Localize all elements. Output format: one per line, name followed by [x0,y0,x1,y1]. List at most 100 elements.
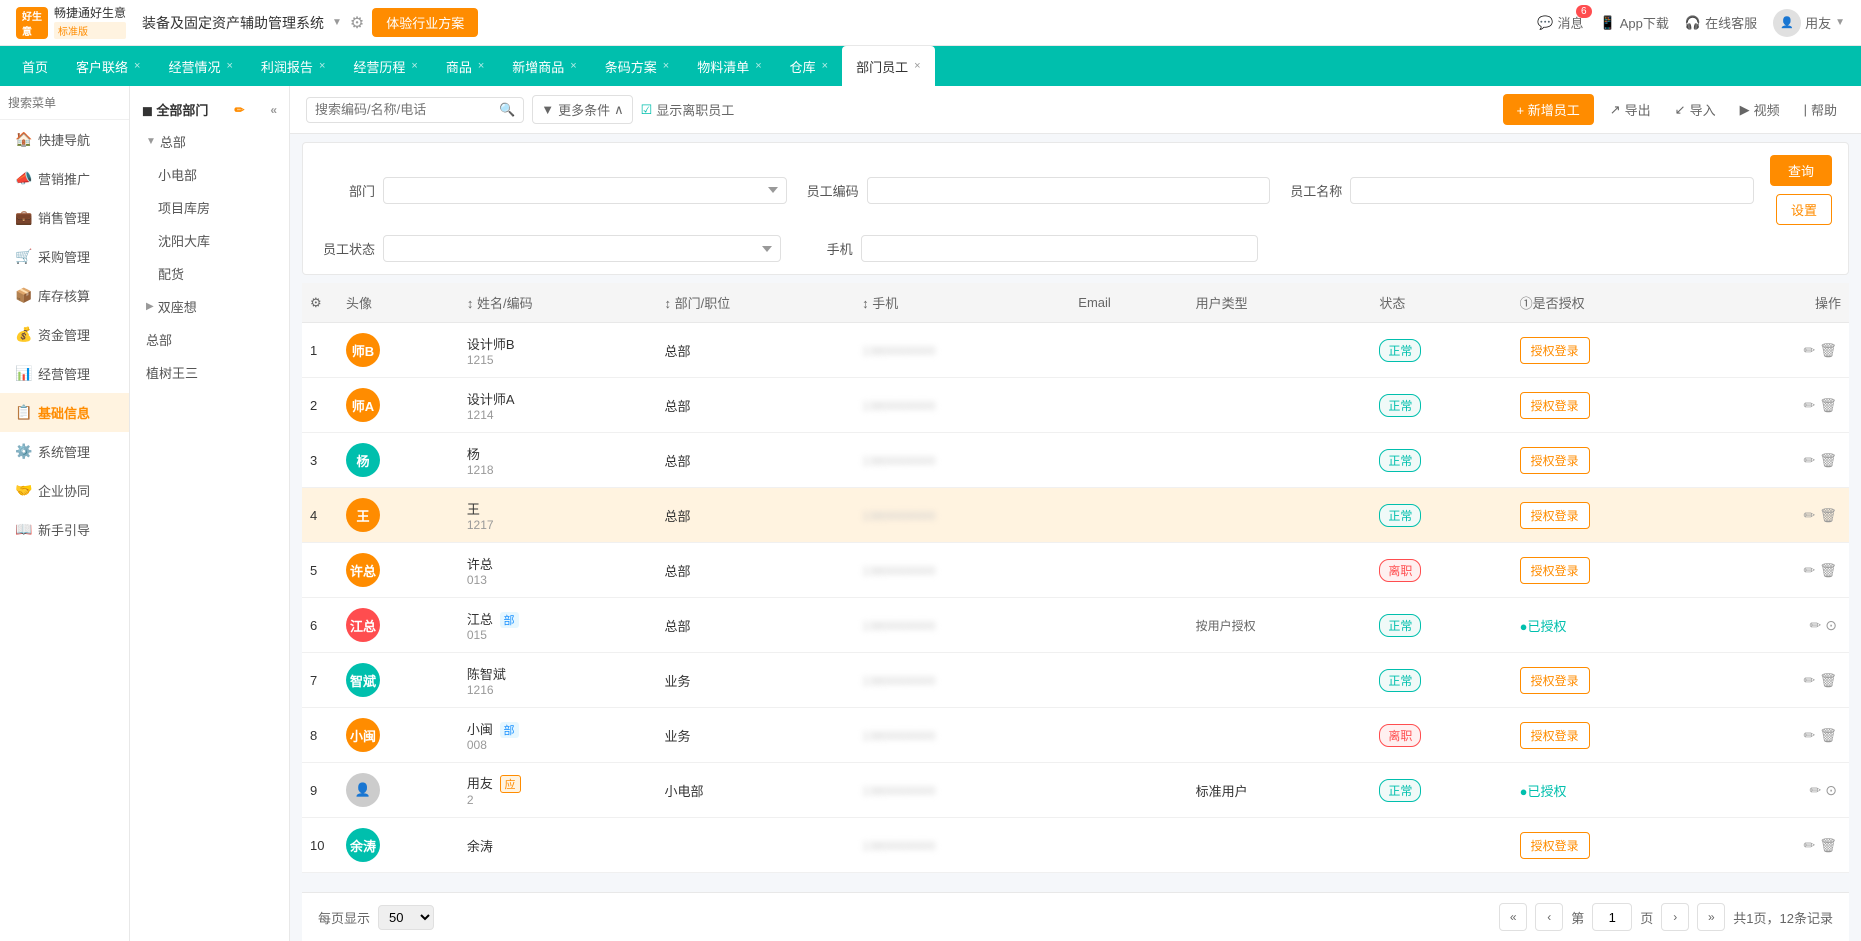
delete-icon[interactable]: 🗑 [1819,727,1837,743]
sidebar-item-quick-nav[interactable]: 🏠 快捷导航 [0,120,129,159]
online-service-button[interactable]: 🎧 在线客服 [1685,13,1757,32]
show-former-checkbox[interactable]: ☑ 显示离职员工 [641,100,735,119]
tab-journey[interactable]: 经营历程 × [339,46,431,86]
tab-add-goods[interactable]: 新增商品 × [498,46,590,86]
dept-tree-item-zongbu[interactable]: 总部 [130,323,289,356]
page-number-input[interactable] [1592,903,1632,931]
sidebar-item-system[interactable]: ⚙️ 系统管理 [0,432,129,471]
dept-tree-item-zongbu-root[interactable]: ▼ 总部 [130,125,289,158]
sidebar-item-collab[interactable]: 🤝 企业协同 [0,471,129,510]
sidebar-item-purchase[interactable]: 🛒 采购管理 [0,237,129,276]
sidebar-item-guide[interactable]: 📖 新手引导 [0,510,129,549]
edit-icon[interactable]: ✏ [1803,507,1815,523]
dept-tree-item-zhishu[interactable]: 植树王三 [130,356,289,389]
import-button[interactable]: ↙ 导入 [1667,96,1724,123]
edit-icon[interactable]: ✏ [1803,837,1815,853]
filter-button[interactable]: ▼ 更多条件 ∧ [532,95,632,124]
copy-icon[interactable]: ⊙ [1825,782,1837,798]
user-menu[interactable]: 👤 用友 ▼ [1773,9,1845,37]
auth-button[interactable]: 授权登录 [1520,447,1590,474]
close-icon[interactable]: × [411,60,417,72]
delete-icon[interactable]: 🗑 [1819,342,1837,358]
th-dept-pos[interactable]: ↕ 部门/职位 [656,283,854,323]
dept-tree-item-peihuo[interactable]: 配货 [150,257,289,290]
message-button[interactable]: 💬 消息 6 [1537,13,1583,32]
auth-button[interactable]: 授权登录 [1520,557,1590,584]
auth-button[interactable]: 授权登录 [1520,832,1590,859]
tab-bom[interactable]: 物料清单 × [683,46,775,86]
auth-button[interactable]: 授权登录 [1520,502,1590,529]
dept-tree-item-shuangzuo[interactable]: ▶ 双座想 [130,290,289,323]
sidebar-item-operations[interactable]: 📊 经营管理 [0,354,129,393]
prev-page-button[interactable]: ‹ [1535,903,1563,931]
dept-tree-item-shenyang[interactable]: 沈阳大库 [150,224,289,257]
first-page-button[interactable]: « [1499,903,1527,931]
sidebar-item-sales[interactable]: 💼 销售管理 [0,198,129,237]
edit-icon[interactable]: ✏ [1803,672,1815,688]
sidebar-item-finance[interactable]: 💰 资金管理 [0,315,129,354]
delete-icon[interactable]: 🗑 [1819,452,1837,468]
tab-warehouse[interactable]: 仓库 × [776,46,842,86]
delete-icon[interactable]: 🗑 [1819,837,1837,853]
emp-status-select[interactable] [383,235,781,262]
sys-title-chevron-icon[interactable]: ▼ [332,17,342,28]
close-icon[interactable]: × [226,60,232,72]
per-page-select[interactable]: 50 100 [378,905,434,930]
th-settings[interactable]: ⚙ [302,283,338,323]
trial-button[interactable]: 体验行业方案 [372,8,478,37]
close-icon[interactable]: × [822,60,828,72]
export-button[interactable]: ↗ 导出 [1602,96,1659,123]
auth-button[interactable]: 授权登录 [1520,337,1590,364]
auth-button[interactable]: 授权登录 [1520,392,1590,419]
edit-icon[interactable]: ✏ [1803,562,1815,578]
settings-icon[interactable]: ⚙ [350,13,364,33]
tab-barcode[interactable]: 条码方案 × [591,46,683,86]
dept-tree-item-xiao-dian[interactable]: 小电部 [150,158,289,191]
set-button[interactable]: 设置 [1776,194,1832,225]
dept-select[interactable] [383,177,787,204]
edit-icon[interactable]: ✏ [1810,782,1822,798]
delete-icon[interactable]: 🗑 [1819,397,1837,413]
tab-customer[interactable]: 客户联络 × [62,46,154,86]
edit-icon[interactable]: ✏ [1803,342,1815,358]
dept-collapse-icon[interactable]: « [270,103,277,117]
sidebar-search-input[interactable] [8,96,130,110]
edit-icon[interactable]: ✏ [1803,452,1815,468]
sidebar-item-basic-info[interactable]: 📋 基础信息 [0,393,129,432]
video-button[interactable]: ▶ 视频 [1732,96,1788,123]
delete-icon[interactable]: 🗑 [1819,507,1837,523]
tab-operations[interactable]: 经营情况 × [154,46,246,86]
delete-icon[interactable]: 🗑 [1819,562,1837,578]
delete-icon[interactable]: 🗑 [1819,672,1837,688]
edit-icon[interactable]: ✏ [1803,397,1815,413]
search-input[interactable] [315,102,495,117]
last-page-button[interactable]: » [1697,903,1725,931]
emp-name-input[interactable] [1350,177,1754,204]
help-button[interactable]: | 帮助 [1796,96,1845,123]
sidebar-item-marketing[interactable]: 📣 营销推广 [0,159,129,198]
close-icon[interactable]: × [478,60,484,72]
close-icon[interactable]: × [755,60,761,72]
tab-home[interactable]: 首页 [8,46,62,86]
emp-code-input[interactable] [867,177,1271,204]
app-download-button[interactable]: 📱 App下载 [1600,13,1669,32]
edit-icon[interactable]: ✏ [1803,727,1815,743]
next-page-button[interactable]: › [1661,903,1689,931]
tab-goods[interactable]: 商品 × [432,46,498,86]
dept-edit-icon[interactable]: ✏ [234,103,244,117]
dept-tree-item-project-room[interactable]: 项目库房 [150,191,289,224]
auth-button[interactable]: 授权登录 [1520,722,1590,749]
query-button[interactable]: 查询 [1770,155,1832,186]
add-employee-button[interactable]: + 新增员工 [1503,94,1594,125]
edit-icon[interactable]: ✏ [1810,617,1822,633]
phone-input[interactable] [861,235,1259,262]
auth-button[interactable]: 授权登录 [1520,667,1590,694]
close-icon[interactable]: × [134,60,140,72]
th-name-code[interactable]: ↕ 姓名/编码 [459,283,657,323]
close-icon[interactable]: × [319,60,325,72]
close-icon[interactable]: × [570,60,576,72]
sidebar-item-inventory[interactable]: 📦 库存核算 [0,276,129,315]
th-phone[interactable]: ↕ 手机 [854,283,1070,323]
close-icon[interactable]: × [914,60,920,72]
close-icon[interactable]: × [663,60,669,72]
